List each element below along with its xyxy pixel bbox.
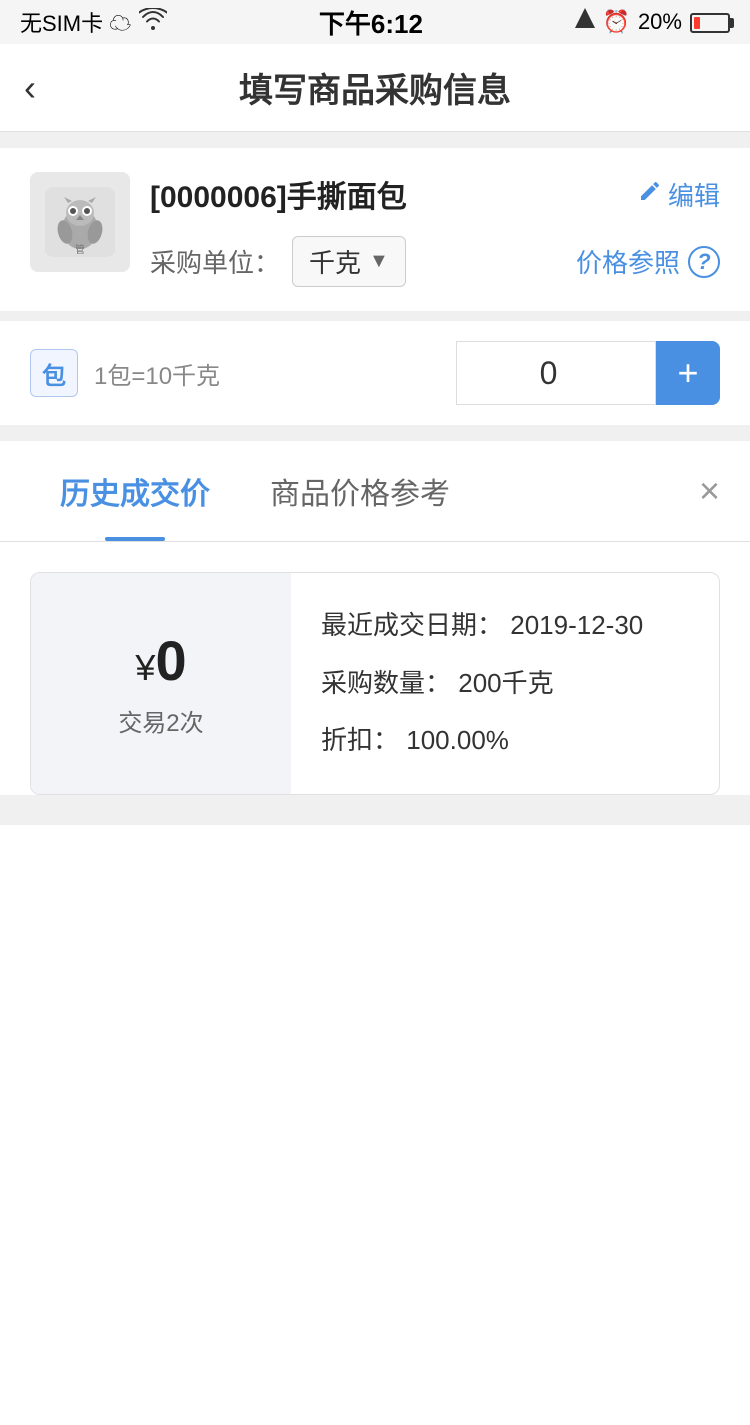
recent-date-value: 2019-12-30 xyxy=(510,610,643,640)
status-right-group: ⏰ 20% xyxy=(575,8,730,36)
quantity-input-group: + xyxy=(456,341,720,405)
quantity-label-group: 包 1包=10千克 xyxy=(30,349,220,397)
price-ref-label: 价格参照 xyxy=(576,243,680,280)
quantity-input[interactable] xyxy=(456,341,656,405)
status-time: 下午6:12 xyxy=(319,4,423,41)
tabs-close-button[interactable]: × xyxy=(699,470,720,512)
tab-product-price-ref[interactable]: 商品价格参考 xyxy=(240,441,480,541)
price-card-left: ¥0 交易2次 xyxy=(31,573,291,794)
price-card-right: 最近成交日期： 2019-12-30 采购数量： 200千克 折扣： 100.0… xyxy=(291,573,719,794)
back-button[interactable]: ‹ xyxy=(24,67,36,109)
unit-select[interactable]: 千克 ▼ xyxy=(292,236,406,287)
discount-row: 折扣： 100.00% xyxy=(321,720,689,762)
price-card: ¥0 交易2次 最近成交日期： 2019-12-30 采购数量： 200千克 折… xyxy=(30,572,720,795)
wifi-icon xyxy=(139,8,167,36)
page-bottom xyxy=(0,825,750,1425)
price-value: ¥0 xyxy=(135,628,186,693)
product-name: [0000006]手撕面包 xyxy=(150,172,407,216)
quantity-plus-button[interactable]: + xyxy=(656,341,720,405)
edit-button[interactable]: 编辑 xyxy=(638,176,720,213)
tabs-header: 历史成交价 商品价格参考 × xyxy=(0,441,750,542)
purchase-qty-value: 200千克 xyxy=(458,668,553,698)
tabs-section: 历史成交价 商品价格参考 × ¥0 交易2次 最近成交日期： 2019-12-3… xyxy=(0,441,750,795)
unit-value: 千克 xyxy=(309,243,361,280)
svg-text:管: 管 xyxy=(75,243,85,256)
purchase-qty-label: 采购数量： xyxy=(321,668,451,698)
product-image: 管 xyxy=(30,172,130,272)
battery-pct: 20% xyxy=(638,9,682,35)
nav-bar: ‹ 填写商品采购信息 xyxy=(0,44,750,132)
quantity-unit-badge: 包 xyxy=(30,349,78,397)
edit-icon xyxy=(638,179,662,210)
recent-date-row: 最近成交日期： 2019-12-30 xyxy=(321,605,689,647)
purchase-unit-label: 采购单位： xyxy=(150,243,280,280)
info-icon: ? xyxy=(688,246,720,278)
unit-dropdown-arrow: ▼ xyxy=(369,250,389,273)
purchase-unit-row: 采购单位： 千克 ▼ 价格参照 ? xyxy=(150,236,720,287)
recent-date-label: 最近成交日期： xyxy=(321,610,503,640)
location-icon xyxy=(575,8,595,36)
product-card: 管 [0000006]手撕面包 编辑 xyxy=(0,148,750,311)
purchase-qty-row: 采购数量： 200千克 xyxy=(321,663,689,705)
status-carrier: 无SIM卡 ☁ xyxy=(20,6,167,38)
quantity-section: 包 1包=10千克 + xyxy=(0,313,750,425)
battery-icon xyxy=(690,9,730,35)
carrier-text: 无SIM卡 ☁ xyxy=(20,6,131,38)
status-bar: 无SIM卡 ☁ 下午6:12 ⏰ 20% xyxy=(0,0,750,44)
price-trade-count: 交易2次 xyxy=(118,703,203,738)
price-reference-button[interactable]: 价格参照 ? xyxy=(576,243,720,280)
price-symbol: ¥ xyxy=(135,647,155,688)
product-info: [0000006]手撕面包 编辑 采购单位： 千克 ▼ xyxy=(150,172,720,287)
alarm-icon: ⏰ xyxy=(603,9,630,35)
discount-value: 100.00% xyxy=(406,725,509,755)
discount-label: 折扣： xyxy=(321,725,399,755)
product-header: 管 [0000006]手撕面包 编辑 xyxy=(30,172,720,287)
edit-label: 编辑 xyxy=(668,176,720,213)
page-title: 填写商品采购信息 xyxy=(239,63,511,112)
quantity-unit-desc: 1包=10千克 xyxy=(94,356,220,391)
product-name-row: [0000006]手撕面包 编辑 xyxy=(150,172,720,216)
tab-history-price[interactable]: 历史成交价 xyxy=(30,441,240,541)
